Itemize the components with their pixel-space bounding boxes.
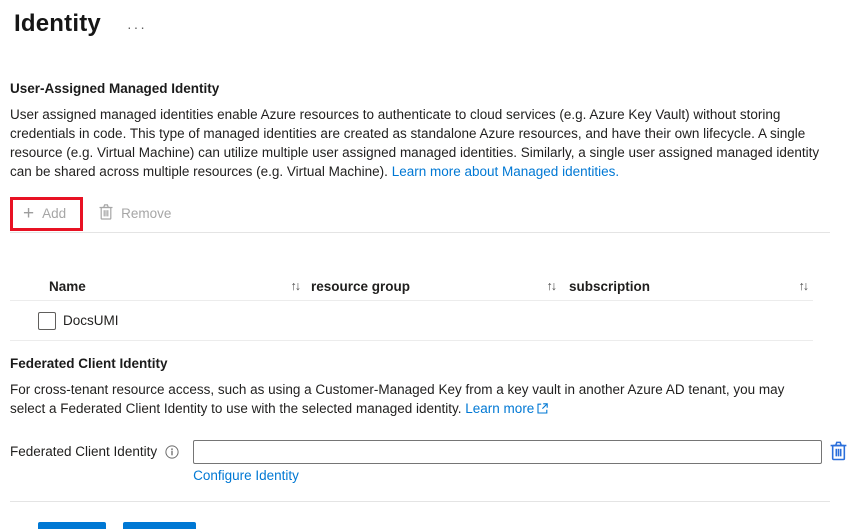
bottom-divider [10, 501, 830, 502]
sort-icon[interactable]: ↑↓ [291, 279, 302, 293]
add-button-label: Add [42, 206, 67, 221]
add-button-highlight-box: + Add [10, 196, 84, 231]
more-options-icon[interactable]: ··· [127, 6, 147, 42]
uami-table-header: Name ↑↓ resource group ↑↓ subscription ↑… [10, 272, 813, 301]
row-checkbox[interactable] [38, 311, 56, 330]
uami-description: User assigned managed identities enable … [10, 105, 822, 181]
table-row[interactable]: DocsUMI [10, 301, 813, 341]
action-buttons: Apply Cancel [38, 522, 830, 529]
page-title: Identity [14, 10, 101, 37]
uami-toolbar: + Add Remove [10, 195, 830, 232]
remove-button-label: Remove [121, 206, 172, 221]
managed-identities-learn-more-link[interactable]: Learn more about Managed identities. [392, 164, 619, 179]
federated-identity-input[interactable] [193, 440, 823, 464]
federated-identity-field-label: Federated Client Identity [10, 444, 158, 459]
configure-identity-link[interactable]: Configure Identity [193, 468, 822, 483]
page-header: Identity ··· [14, 6, 848, 42]
info-icon[interactable] [165, 445, 179, 462]
federated-identity-field-row: Federated Client Identity Configure Iden… [10, 440, 847, 483]
delete-icon [830, 441, 847, 464]
column-header-name[interactable]: Name ↑↓ [49, 279, 301, 294]
identity-pane: User-Assigned Managed Identity User assi… [10, 81, 847, 529]
uami-table: Name ↑↓ resource group ↑↓ subscription ↑… [10, 272, 813, 341]
federated-description-text: For cross-tenant resource access, such a… [10, 382, 785, 416]
uami-section-heading: User-Assigned Managed Identity [10, 81, 220, 96]
cancel-button[interactable]: Cancel [123, 522, 196, 529]
external-link-icon [537, 400, 549, 419]
toolbar-divider [10, 232, 830, 233]
federated-section-heading: Federated Client Identity [10, 356, 168, 371]
row-identity-name: DocsUMI [63, 313, 119, 328]
federated-description: For cross-tenant resource access, such a… [10, 380, 822, 419]
add-button[interactable]: + Add [17, 201, 72, 227]
apply-button[interactable]: Apply [38, 522, 106, 529]
federated-identity-input-group: Configure Identity [193, 440, 823, 483]
clear-identity-button[interactable] [830, 441, 847, 464]
sort-icon[interactable]: ↑↓ [547, 279, 558, 293]
federated-learn-more-link[interactable]: Learn more [465, 400, 549, 419]
column-header-resource-group[interactable]: resource group ↑↓ [311, 279, 557, 294]
sort-icon[interactable]: ↑↓ [799, 279, 810, 293]
trash-icon [99, 204, 113, 223]
remove-button[interactable]: Remove [93, 200, 177, 227]
column-header-subscription[interactable]: subscription ↑↓ [569, 279, 809, 294]
plus-icon: + [23, 202, 35, 224]
